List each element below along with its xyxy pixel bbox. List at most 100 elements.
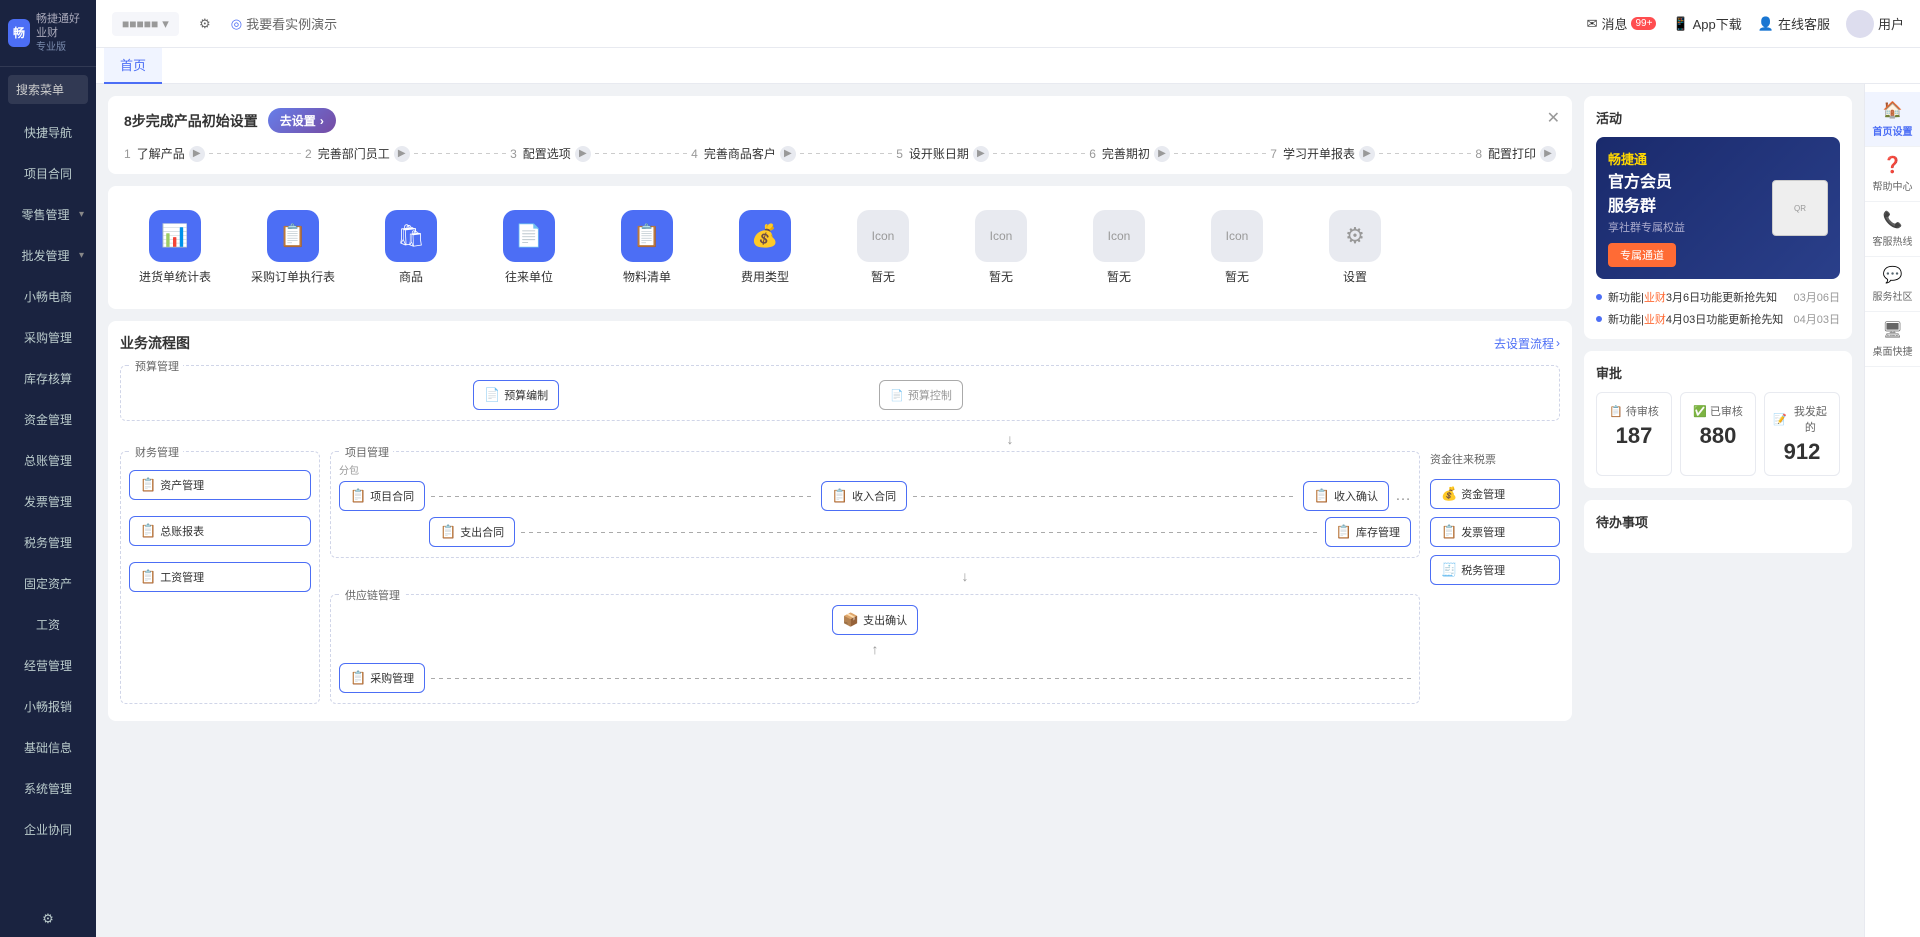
- quick-item-4[interactable]: 📋 物料清单: [592, 198, 702, 297]
- approval-stat-done[interactable]: ✅ 已审核 880: [1680, 392, 1756, 476]
- pending-label: 📋 待审核: [1605, 403, 1663, 419]
- quick-item-5[interactable]: 💰 费用类型: [710, 198, 820, 297]
- sidebar-item-ecommerce[interactable]: 小畅电商: [4, 278, 92, 315]
- flow-node-asset-mgmt[interactable]: 📋 资产管理: [129, 470, 311, 500]
- flow-node-budget-plan[interactable]: 📄 预算编制: [473, 380, 559, 410]
- flow-node-payroll-mgmt[interactable]: 📋 工资管理: [129, 562, 311, 592]
- help-icon: ❓: [1883, 155, 1903, 175]
- news-item-1[interactable]: 新功能|业财4月03日功能更新抢先知 04月03日: [1596, 311, 1840, 327]
- flow-node-income-contract[interactable]: 📋 收入合同: [821, 481, 907, 511]
- company-selector[interactable]: ■■■■■ ▾: [112, 12, 179, 36]
- setup-step-8: 8 配置打印 ▶: [1475, 145, 1556, 162]
- sidebar-item-payroll[interactable]: 工资: [4, 606, 92, 643]
- setup-title: 8步完成产品初始设置 去设置 ›: [124, 108, 1556, 133]
- far-nav-community[interactable]: 💬 服务社区: [1865, 257, 1920, 312]
- sidebar-item-inventory[interactable]: 库存核算: [4, 360, 92, 397]
- quick-item-3[interactable]: 📄 往来单位: [474, 198, 584, 297]
- flow-node-expense-contract[interactable]: 📋 支出合同: [429, 517, 515, 547]
- banner-main-text: 官方会员 服务群: [1608, 168, 1685, 216]
- flow-node-project-contract[interactable]: 📋 项目合同: [339, 481, 425, 511]
- message-icon: ✉: [1587, 16, 1598, 32]
- far-nav-help[interactable]: ❓ 帮助中心: [1865, 147, 1920, 202]
- flow-node-invoice-mgmt[interactable]: 📋 发票管理: [1430, 517, 1560, 547]
- sidebar-settings-icon[interactable]: ⚙: [0, 901, 96, 937]
- sidebar-item-wholesale[interactable]: 批发管理 ▾: [4, 237, 92, 274]
- sidebar-item-basic-info[interactable]: 基础信息: [4, 729, 92, 766]
- sidebar-item-system[interactable]: 系统管理: [4, 770, 92, 807]
- flow-title: 业务流程图: [120, 333, 190, 353]
- flow-node-general-ledger[interactable]: 📋 总账报表: [129, 516, 311, 546]
- company-name: ■■■■■: [122, 17, 158, 31]
- quick-icon-4: 📋: [621, 210, 673, 262]
- activity-banner-button[interactable]: 专属通道: [1608, 243, 1676, 267]
- quick-item-9[interactable]: Icon 暂无: [1182, 198, 1292, 297]
- sidebar-item-fixed-assets[interactable]: 固定资产: [4, 565, 92, 602]
- quick-icon-5: 💰: [739, 210, 791, 262]
- news-dot-1: [1596, 316, 1602, 322]
- app-download-button[interactable]: 📱 App下载: [1672, 14, 1741, 33]
- online-service-button[interactable]: 👤 在线客服: [1758, 14, 1830, 33]
- sidebar-item-expense[interactable]: 小畅报销: [4, 688, 92, 725]
- far-nav-desktop-shortcut[interactable]: 🖥 桌面快捷: [1865, 312, 1920, 367]
- flow-node-capital-mgmt[interactable]: 💰 资金管理: [1430, 479, 1560, 509]
- sidebar-item-invoice[interactable]: 发票管理: [4, 483, 92, 520]
- approval-stat-mine[interactable]: 📝 我发起的 912: [1764, 392, 1840, 476]
- flow-node-tax-mgmt[interactable]: 🧾 税务管理: [1430, 555, 1560, 585]
- quick-icon-3: 📄: [503, 210, 555, 262]
- quick-item-8[interactable]: Icon 暂无: [1064, 198, 1174, 297]
- sidebar-item-project-contract[interactable]: 项目合同: [4, 155, 92, 192]
- sidebar-item-funds[interactable]: 资金管理: [4, 401, 92, 438]
- quick-icon-settings: ⚙: [1329, 210, 1381, 262]
- pending-value: 187: [1605, 423, 1663, 449]
- sidebar-item-purchase[interactable]: 采购管理: [4, 319, 92, 356]
- user-menu[interactable]: 用户: [1846, 10, 1904, 38]
- main-wrapper: ■■■■■ ▾ ⚙ ◎ 我要看实例演示 ✉ 消息 99+ 📱 App下载 👤 在…: [96, 0, 1920, 937]
- quick-item-settings[interactable]: ⚙ 设置: [1300, 198, 1410, 297]
- sidebar-item-operations[interactable]: 经营管理: [4, 647, 92, 684]
- step-8-dot: ▶: [1540, 146, 1556, 162]
- quick-item-1[interactable]: 📋 采购订单执行表: [238, 198, 348, 297]
- banner-brand: 畅捷通: [1608, 149, 1685, 168]
- activity-card: 活动 畅捷通 官方会员 服务群 享社群专属权益 专属通道 QR: [1584, 96, 1852, 339]
- flow-node-budget-control[interactable]: 📄 预算控制: [879, 380, 963, 410]
- quick-item-6[interactable]: Icon 暂无: [828, 198, 938, 297]
- dashed-line-3: [521, 532, 1319, 533]
- demo-link[interactable]: ◎ 我要看实例演示: [231, 14, 337, 33]
- news-item-0[interactable]: 新功能|业财3月6日功能更新抢先知 03月06日: [1596, 289, 1840, 305]
- flow-settings-link[interactable]: 去设置流程 ›: [1494, 335, 1560, 352]
- step-connector-7: [1379, 153, 1471, 154]
- approval-stat-pending[interactable]: 📋 待审核 187: [1596, 392, 1672, 476]
- company-dropdown-icon: ▾: [162, 16, 169, 32]
- flow-node-inventory-mgmt[interactable]: 📦 支出确认: [832, 605, 918, 635]
- group-project-label: 项目管理: [341, 444, 393, 460]
- flow-node-income-confirm[interactable]: 📋 收入确认: [1303, 481, 1389, 511]
- step-1-dot: ▶: [189, 146, 205, 162]
- step-connector-6: [1174, 153, 1266, 154]
- setup-banner-close[interactable]: ✕: [1547, 108, 1560, 128]
- tab-home[interactable]: 首页: [104, 48, 162, 84]
- far-nav-customer-service[interactable]: 📞 客服热线: [1865, 202, 1920, 257]
- quick-item-0[interactable]: 📊 进货单统计表: [120, 198, 230, 297]
- message-button[interactable]: ✉ 消息 99+: [1587, 14, 1657, 33]
- flow-diagram: 预算管理 📄 预算编制 📄 预算控制: [120, 365, 1560, 704]
- far-nav-home-settings[interactable]: 🏠 首页设置: [1865, 92, 1920, 147]
- activity-title: 活动: [1596, 108, 1840, 127]
- banner-sub: 享社群专属权益: [1608, 219, 1685, 235]
- sidebar-item-enterprise[interactable]: 企业协同: [4, 811, 92, 848]
- approval-title: 审批: [1596, 363, 1840, 382]
- sidebar-item-tax[interactable]: 税务管理: [4, 524, 92, 561]
- settings-icon[interactable]: ⚙: [191, 10, 219, 38]
- search-menu[interactable]: 搜索菜单: [8, 75, 88, 104]
- flow-node-purchase-mgmt[interactable]: 📋 采购管理: [339, 663, 425, 693]
- news-dot-0: [1596, 294, 1602, 300]
- quick-item-2[interactable]: 🛍 商品: [356, 198, 466, 297]
- sidebar-item-general-ledger[interactable]: 总账管理: [4, 442, 92, 479]
- app-download-icon: 📱: [1672, 16, 1688, 32]
- sidebar-item-retail[interactable]: 零售管理 ▾: [4, 196, 92, 233]
- message-badge: 99+: [1631, 17, 1656, 30]
- step-7-dot: ▶: [1359, 146, 1375, 162]
- quick-item-7[interactable]: Icon 暂无: [946, 198, 1056, 297]
- go-settings-button[interactable]: 去设置 ›: [268, 108, 336, 133]
- sidebar-item-quick-nav[interactable]: 快捷导航: [4, 114, 92, 151]
- flow-node-expense-confirm[interactable]: 📋 库存管理: [1325, 517, 1411, 547]
